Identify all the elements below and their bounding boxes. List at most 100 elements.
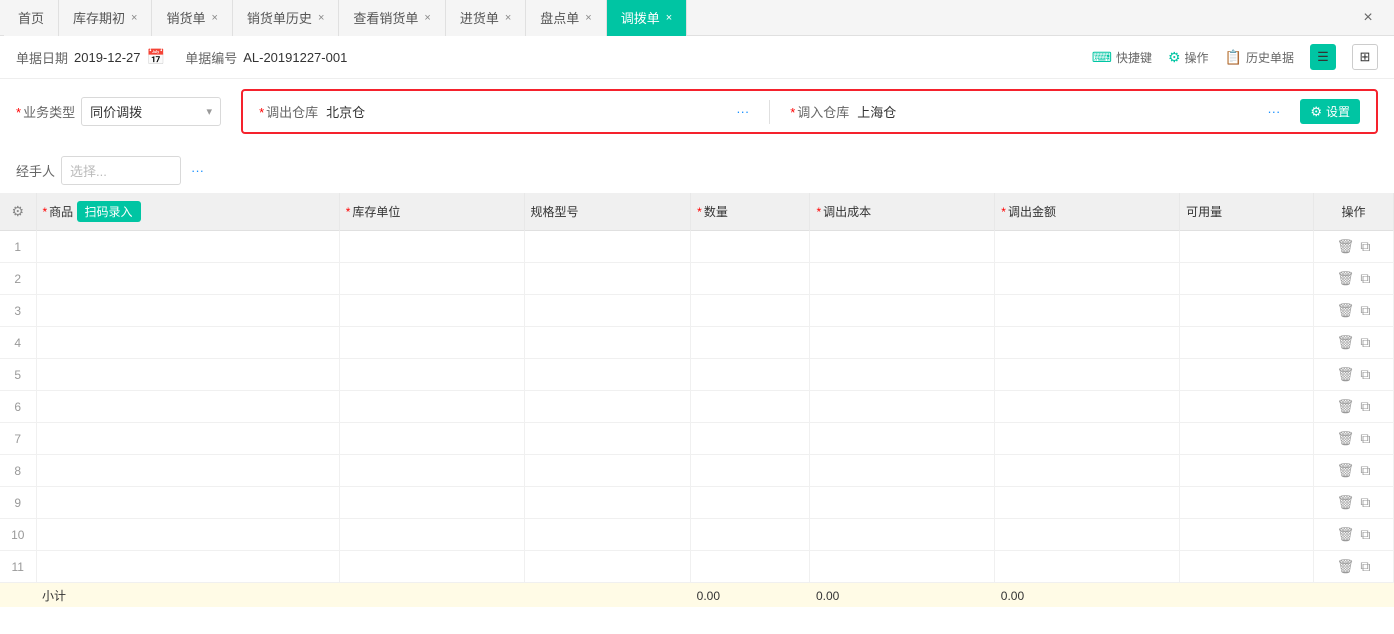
row-available-1[interactable] bbox=[1180, 231, 1314, 263]
row-product-4[interactable] bbox=[36, 327, 339, 359]
copy-icon-10[interactable]: ⧉ bbox=[1360, 526, 1370, 543]
tab-purchase-close[interactable]: × bbox=[505, 12, 511, 24]
delete-icon-10[interactable]: 🗑 bbox=[1337, 526, 1355, 543]
copy-icon-4[interactable]: ⧉ bbox=[1360, 334, 1370, 351]
shortcut-button[interactable]: ⌨ 快捷键 bbox=[1092, 49, 1152, 66]
row-unit-2[interactable] bbox=[339, 263, 524, 295]
delete-icon-5[interactable]: 🗑 bbox=[1337, 366, 1355, 383]
row-unit-8[interactable] bbox=[339, 455, 524, 487]
window-close-button[interactable]: × bbox=[1354, 4, 1382, 32]
list-view-button[interactable]: ☰ bbox=[1310, 44, 1336, 70]
row-amount-7[interactable] bbox=[995, 423, 1180, 455]
row-cost-7[interactable] bbox=[810, 423, 995, 455]
row-amount-4[interactable] bbox=[995, 327, 1180, 359]
row-product-7[interactable] bbox=[36, 423, 339, 455]
row-qty-8[interactable] bbox=[691, 455, 810, 487]
row-spec-9[interactable] bbox=[524, 487, 691, 519]
row-unit-1[interactable] bbox=[339, 231, 524, 263]
row-qty-10[interactable] bbox=[691, 519, 810, 551]
tab-transfer-close[interactable]: × bbox=[666, 12, 672, 24]
handler-select[interactable]: 选择... bbox=[61, 156, 181, 185]
row-unit-10[interactable] bbox=[339, 519, 524, 551]
copy-icon-6[interactable]: ⧉ bbox=[1360, 398, 1370, 415]
row-qty-9[interactable] bbox=[691, 487, 810, 519]
row-spec-3[interactable] bbox=[524, 295, 691, 327]
row-unit-6[interactable] bbox=[339, 391, 524, 423]
copy-icon-11[interactable]: ⧉ bbox=[1360, 558, 1370, 575]
tab-home[interactable]: 首页 bbox=[4, 0, 59, 36]
row-unit-3[interactable] bbox=[339, 295, 524, 327]
row-unit-9[interactable] bbox=[339, 487, 524, 519]
row-qty-7[interactable] bbox=[691, 423, 810, 455]
row-available-6[interactable] bbox=[1180, 391, 1314, 423]
copy-icon-9[interactable]: ⧉ bbox=[1360, 494, 1370, 511]
delete-icon-3[interactable]: 🗑 bbox=[1337, 302, 1355, 319]
tab-view-sales[interactable]: 查看销货单 × bbox=[339, 0, 445, 36]
row-available-4[interactable] bbox=[1180, 327, 1314, 359]
history-button[interactable]: 📋 历史单据 bbox=[1225, 49, 1294, 66]
copy-icon-3[interactable]: ⧉ bbox=[1360, 302, 1370, 319]
row-product-3[interactable] bbox=[36, 295, 339, 327]
row-spec-1[interactable] bbox=[524, 231, 691, 263]
tab-stocktake-close[interactable]: × bbox=[585, 12, 591, 24]
row-qty-11[interactable] bbox=[691, 551, 810, 583]
row-unit-7[interactable] bbox=[339, 423, 524, 455]
calendar-icon[interactable]: 📅 bbox=[147, 48, 166, 66]
tab-transfer[interactable]: 调拨单 × bbox=[607, 0, 687, 36]
row-cost-10[interactable] bbox=[810, 519, 995, 551]
handler-more[interactable]: ··· bbox=[191, 163, 204, 178]
row-spec-11[interactable] bbox=[524, 551, 691, 583]
row-available-9[interactable] bbox=[1180, 487, 1314, 519]
row-qty-5[interactable] bbox=[691, 359, 810, 391]
tab-stocktake[interactable]: 盘点单 × bbox=[526, 0, 606, 36]
row-cost-1[interactable] bbox=[810, 231, 995, 263]
row-amount-3[interactable] bbox=[995, 295, 1180, 327]
row-unit-4[interactable] bbox=[339, 327, 524, 359]
row-product-11[interactable] bbox=[36, 551, 339, 583]
row-cost-8[interactable] bbox=[810, 455, 995, 487]
row-amount-2[interactable] bbox=[995, 263, 1180, 295]
row-available-5[interactable] bbox=[1180, 359, 1314, 391]
tab-sales-close[interactable]: × bbox=[211, 12, 217, 24]
row-cost-5[interactable] bbox=[810, 359, 995, 391]
row-spec-7[interactable] bbox=[524, 423, 691, 455]
row-product-6[interactable] bbox=[36, 391, 339, 423]
row-qty-6[interactable] bbox=[691, 391, 810, 423]
scan-button[interactable]: 扫码录入 bbox=[77, 201, 141, 222]
delete-icon-7[interactable]: 🗑 bbox=[1337, 430, 1355, 447]
col-gear-icon[interactable]: ⚙ bbox=[11, 203, 24, 219]
settings-button[interactable]: ⚙ 设置 bbox=[1300, 99, 1360, 124]
row-product-1[interactable] bbox=[36, 231, 339, 263]
row-cost-2[interactable] bbox=[810, 263, 995, 295]
row-cost-11[interactable] bbox=[810, 551, 995, 583]
grid-view-button[interactable]: ⊞ bbox=[1352, 44, 1378, 70]
row-qty-1[interactable] bbox=[691, 231, 810, 263]
copy-icon-5[interactable]: ⧉ bbox=[1360, 366, 1370, 383]
row-available-8[interactable] bbox=[1180, 455, 1314, 487]
tab-sales-history-close[interactable]: × bbox=[318, 12, 324, 24]
delete-icon-4[interactable]: 🗑 bbox=[1337, 334, 1355, 351]
tab-sales-history[interactable]: 销货单历史 × bbox=[233, 0, 339, 36]
copy-icon-1[interactable]: ⧉ bbox=[1360, 238, 1370, 255]
row-amount-8[interactable] bbox=[995, 455, 1180, 487]
row-cost-9[interactable] bbox=[810, 487, 995, 519]
row-amount-6[interactable] bbox=[995, 391, 1180, 423]
row-amount-10[interactable] bbox=[995, 519, 1180, 551]
business-type-select[interactable]: 同价调拨 ▾ bbox=[81, 97, 221, 126]
row-spec-6[interactable] bbox=[524, 391, 691, 423]
tab-sales[interactable]: 销货单 × bbox=[152, 0, 232, 36]
row-spec-4[interactable] bbox=[524, 327, 691, 359]
row-product-2[interactable] bbox=[36, 263, 339, 295]
warehouse-in-more[interactable]: ··· bbox=[1267, 104, 1280, 119]
tab-inventory-init[interactable]: 库存期初 × bbox=[59, 0, 152, 36]
tab-inventory-init-close[interactable]: × bbox=[131, 12, 137, 24]
row-unit-5[interactable] bbox=[339, 359, 524, 391]
row-spec-8[interactable] bbox=[524, 455, 691, 487]
row-amount-1[interactable] bbox=[995, 231, 1180, 263]
row-cost-4[interactable] bbox=[810, 327, 995, 359]
tab-purchase[interactable]: 进货单 × bbox=[446, 0, 526, 36]
row-available-2[interactable] bbox=[1180, 263, 1314, 295]
row-product-5[interactable] bbox=[36, 359, 339, 391]
delete-icon-6[interactable]: 🗑 bbox=[1337, 398, 1355, 415]
row-product-10[interactable] bbox=[36, 519, 339, 551]
